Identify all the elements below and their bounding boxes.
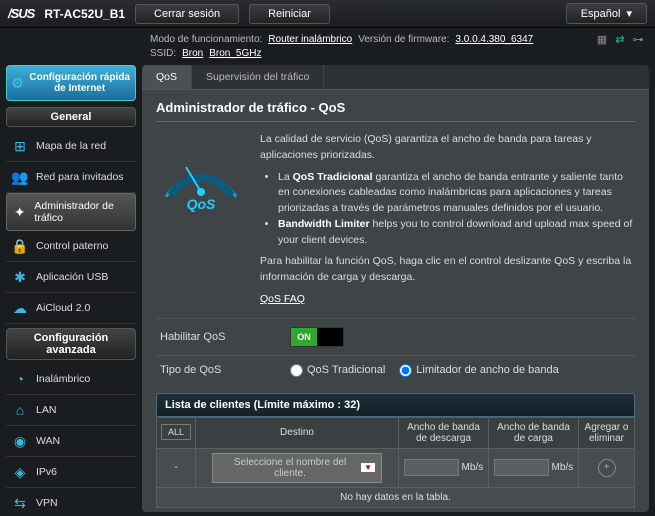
quick-setup-button[interactable]: ⚙ Configuración rápida de Internet	[6, 65, 136, 101]
tab-qos[interactable]: QoS	[142, 65, 192, 89]
link-icon[interactable]: ⊶	[631, 32, 645, 46]
sidebar-item-ipv6[interactable]: ◈IPv6	[6, 457, 136, 488]
usb-app-icon: ✱	[10, 268, 30, 286]
sidebar-item-network-map[interactable]: ⊞Mapa de la red	[6, 131, 136, 162]
dropdown-arrow-icon: ▼	[361, 463, 375, 472]
globe-icon: ◉	[10, 432, 30, 450]
qos-gauge-icon: QoS	[156, 132, 246, 222]
main-panel: QoS Supervisión del tráfico Administrado…	[142, 65, 649, 512]
cloud-icon: ☁	[10, 299, 30, 317]
col-action: Agregar o eliminar	[579, 417, 635, 448]
app-icon[interactable]: ▦	[595, 32, 609, 46]
radio-bandwidth-limiter[interactable]: Limitador de ancho de banda	[399, 364, 559, 377]
sidebar: ⚙ Configuración rápida de Internet Gener…	[0, 61, 142, 516]
sidebar-item-guest[interactable]: 👥Red para invitados	[6, 162, 136, 193]
sidebar-item-wireless[interactable]: ◔Inalámbrico	[6, 364, 136, 395]
traffic-icon: ✦	[11, 203, 28, 221]
top-bar: /SUS RT-AC52U_B1 Cerrar sesión Reiniciar…	[0, 0, 655, 28]
sidebar-item-wan[interactable]: ◉WAN	[6, 426, 136, 457]
reboot-button[interactable]: Reiniciar	[249, 4, 330, 24]
lan-icon: ⌂	[10, 401, 30, 419]
ssid1-link[interactable]: Bron	[182, 48, 203, 59]
radio-traditional[interactable]: QoS Tradicional	[290, 364, 385, 377]
client-list-title: Lista de clientes (Límite máximo : 32)	[156, 393, 635, 417]
enable-qos-row: Habilitar QoS ON	[156, 318, 635, 355]
download-input[interactable]	[404, 459, 459, 476]
client-table: ALL Destino Ancho de banda de descarga A…	[156, 417, 635, 508]
mode-link[interactable]: Router inalámbrico	[268, 34, 352, 45]
no-data-message: No hay datos en la tabla.	[157, 487, 635, 507]
general-header: General	[6, 107, 136, 127]
usb-icon[interactable]: ⇄	[613, 32, 627, 46]
qos-type-row: Tipo de QoS QoS Tradicional Limitador de…	[156, 355, 635, 385]
sidebar-item-vpn[interactable]: ⇆VPN	[6, 488, 136, 516]
col-destination: Destino	[196, 417, 399, 448]
ssid2-link[interactable]: Bron_5GHz	[209, 48, 261, 59]
page-title: Administrador de tráfico - QoS	[156, 100, 635, 122]
col-download: Ancho de banda de descarga	[399, 417, 489, 448]
tab-bar: QoS Supervisión del tráfico	[142, 65, 649, 90]
table-row: - Seleccione el nombre del cliente.▼ Mb/…	[157, 448, 635, 487]
model-name: RT-AC52U_B1	[44, 7, 125, 21]
qos-faq-link[interactable]: QoS FAQ	[260, 293, 305, 305]
sidebar-item-aicloud[interactable]: ☁AiCloud 2.0	[6, 293, 136, 324]
qos-type-label: Tipo de QoS	[160, 364, 290, 376]
gear-icon: ⚙	[11, 74, 24, 92]
intro-section: QoS La calidad de servicio (QoS) garanti…	[156, 132, 635, 308]
logout-button[interactable]: Cerrar sesión	[135, 4, 239, 24]
chevron-down-icon: ▾	[626, 7, 632, 20]
svg-text:QoS: QoS	[187, 196, 216, 212]
client-select[interactable]: Seleccione el nombre del cliente.▼	[212, 453, 382, 483]
wifi-icon: ◔	[10, 370, 30, 388]
sidebar-item-parental[interactable]: 🔒Control paterno	[6, 231, 136, 262]
sidebar-item-traffic[interactable]: ✦Administrador de tráfico	[6, 193, 136, 231]
tab-traffic-monitor[interactable]: Supervisión del tráfico	[192, 65, 324, 89]
status-line: Modo de funcionamiento: Router inalámbri…	[0, 28, 655, 48]
vpn-icon: ⇆	[10, 494, 30, 512]
sidebar-item-lan[interactable]: ⌂LAN	[6, 395, 136, 426]
upload-input[interactable]	[494, 459, 549, 476]
ipv6-icon: ◈	[10, 463, 30, 481]
language-select[interactable]: Español▾	[566, 3, 647, 24]
col-upload: Ancho de banda de carga	[489, 417, 579, 448]
guest-icon: 👥	[10, 168, 30, 186]
advanced-header: Configuración avanzada	[6, 328, 136, 360]
lock-icon: 🔒	[10, 237, 30, 255]
firmware-link[interactable]: 3.0.0.4.380_6347	[455, 34, 533, 45]
qos-toggle[interactable]: ON	[290, 327, 344, 347]
brand-logo: /SUS	[8, 6, 34, 21]
enable-qos-label: Habilitar QoS	[160, 331, 290, 343]
ssid-line: SSID: Bron Bron_5GHz	[0, 48, 655, 61]
all-button[interactable]: ALL	[161, 424, 191, 440]
add-button[interactable]: +	[598, 459, 616, 477]
map-icon: ⊞	[10, 137, 30, 155]
sidebar-item-usb[interactable]: ✱Aplicación USB	[6, 262, 136, 293]
